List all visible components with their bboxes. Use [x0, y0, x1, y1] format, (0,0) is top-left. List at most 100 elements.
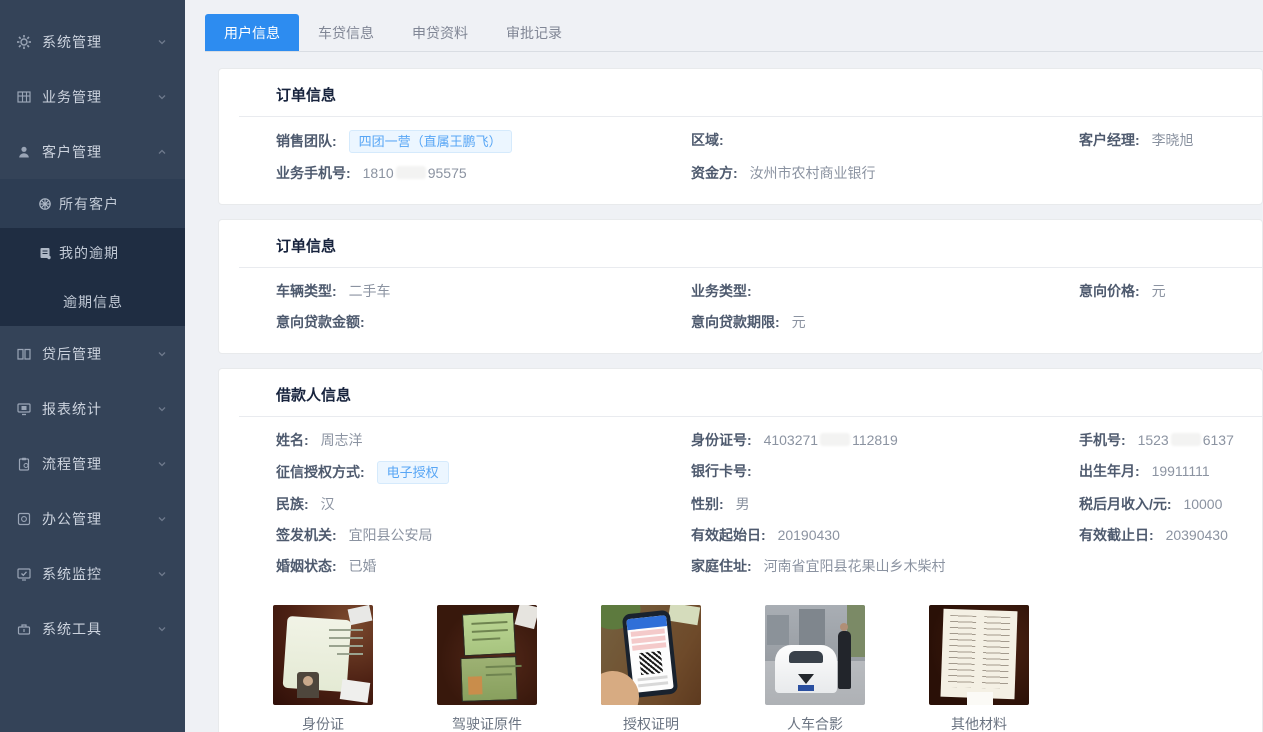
qr-code	[639, 651, 663, 675]
windshield-shape	[789, 651, 823, 663]
sidebar-item-postloan-mgmt[interactable]: 贷后管理	[0, 326, 185, 381]
customer-mgmt-submenu: 所有客户 我的逾期 逾期信息	[0, 179, 185, 326]
field-value: 二手车	[349, 283, 391, 299]
building-shape	[767, 615, 789, 645]
photo-item: 其他材料	[929, 605, 1029, 732]
field-business-type: 业务类型:	[691, 281, 1079, 302]
chevron-down-icon	[157, 37, 167, 47]
handwriting-column	[982, 616, 1010, 689]
chevron-down-icon	[157, 514, 167, 524]
sidebar-item-my-overdue[interactable]: 我的逾期	[0, 228, 185, 277]
masked-digits	[820, 433, 850, 446]
tab-approval-records[interactable]: 审批记录	[487, 14, 581, 51]
field-label: 客户经理:	[1079, 132, 1140, 148]
idcard-textline	[329, 637, 363, 639]
user-icon	[16, 144, 32, 160]
field-label: 车辆类型:	[276, 283, 337, 299]
field-label: 资金方:	[691, 165, 738, 181]
field-value: 汉	[321, 496, 335, 512]
field-ethnicity: 民族: 汉	[276, 494, 691, 515]
license-booklet-photo[interactable]	[437, 605, 537, 705]
paper-scrap	[515, 605, 537, 629]
sidebar-item-process-mgmt[interactable]: 流程管理	[0, 436, 185, 491]
idcard-textline	[329, 645, 363, 647]
tab-car-loan-info[interactable]: 车贷信息	[299, 14, 393, 51]
field-valid-to: 有效截止日: 20390430	[1079, 525, 1252, 546]
field-mobile: 手机号: 15236137	[1079, 430, 1252, 451]
field-label: 意向贷款金额:	[276, 314, 365, 330]
field-bank-card: 银行卡号:	[691, 461, 1079, 484]
tab-user-info[interactable]: 用户信息	[205, 14, 299, 51]
field-label: 出生年月:	[1079, 463, 1140, 479]
sidebar-item-office-mgmt[interactable]: 办公管理	[0, 491, 185, 546]
field-label: 签发机关:	[276, 527, 337, 543]
handwriting-column	[948, 615, 976, 688]
field-monthly-income: 税后月收入/元: 10000	[1079, 494, 1252, 515]
sidebar-item-business-mgmt[interactable]: 业务管理	[0, 69, 185, 124]
sidebar-item-all-customers[interactable]: 所有客户	[0, 179, 185, 228]
main-area: 用户信息 车贷信息 申贷资料 审批记录 订单信息 销售团队: 四团一营（直属王鹏…	[185, 0, 1263, 732]
booklet-line	[472, 629, 508, 633]
field-value: 李晓旭	[1152, 132, 1194, 148]
field-label: 姓名:	[276, 432, 309, 448]
idcard-photo[interactable]	[273, 605, 373, 705]
photo-label: 身份证	[273, 714, 373, 732]
book-icon	[37, 245, 53, 261]
sidebar-item-system-mgmt[interactable]: 系统管理	[0, 14, 185, 69]
sidebar-item-overdue-info[interactable]: 逾期信息	[0, 277, 185, 326]
field-value: 已婚	[349, 558, 377, 574]
sidebar-item-customer-mgmt[interactable]: 客户管理	[0, 124, 185, 179]
field-gender: 性别: 男	[691, 494, 1079, 515]
idcard-textline	[329, 629, 363, 631]
clipboard-icon	[16, 456, 32, 472]
handwritten-doc-photo[interactable]	[929, 605, 1029, 705]
masked-digits	[1171, 433, 1201, 446]
field-valid-from: 有效起始日: 20190430	[691, 525, 1079, 546]
auth-screenshot-photo[interactable]	[601, 605, 701, 705]
field-grid: 车辆类型: 二手车 业务类型: 意向价格: 元 意向贷款金额: 意向贷款期限:	[219, 268, 1262, 353]
field-grid: 销售团队: 四团一营（直属王鹏飞） 区域: 客户经理: 李晓旭 业务手机号: 1…	[219, 117, 1262, 204]
field-grid: 姓名: 周志洋 身份证号: 4103271112819 手机号: 1523613…	[219, 417, 1262, 597]
sidebar-item-label: 系统工具	[42, 619, 157, 639]
field-issuing-authority: 签发机关: 宜阳县公安局	[276, 525, 691, 546]
sidebar-item-label: 逾期信息	[63, 292, 123, 312]
field-value: 元	[792, 314, 806, 330]
field-business-phone: 业务手机号: 181095575	[276, 163, 691, 184]
credit-auth-tag[interactable]: 电子授权	[377, 461, 449, 484]
monitor-icon	[16, 401, 32, 417]
license-plate-shape	[798, 685, 814, 691]
field-region: 区域:	[691, 130, 1079, 153]
field-value: 20190430	[778, 527, 840, 543]
car-person-photo[interactable]	[765, 605, 865, 705]
sales-team-tag[interactable]: 四团一营（直属王鹏飞）	[349, 130, 512, 153]
sidebar-item-system-monitor[interactable]: 系统监控	[0, 546, 185, 601]
tab-loan-application-docs[interactable]: 申贷资料	[393, 14, 487, 51]
chevron-down-icon	[157, 569, 167, 579]
field-vehicle-type: 车辆类型: 二手车	[276, 281, 691, 302]
field-funding-party: 资金方: 汝州市农村商业银行	[691, 163, 1079, 184]
booklet-line	[472, 637, 500, 640]
booklet-page	[462, 612, 516, 657]
gear-icon	[16, 34, 32, 50]
booklet-photo-stamp	[468, 676, 483, 694]
photo-label: 授权证明	[601, 714, 701, 732]
toolbox-icon	[16, 621, 32, 637]
field-intent-price: 意向价格: 元	[1079, 281, 1252, 302]
field-label: 银行卡号:	[691, 463, 752, 479]
field-credit-auth-method: 征信授权方式: 电子授权	[276, 461, 691, 484]
sidebar-item-system-tools[interactable]: 系统工具	[0, 601, 185, 656]
field-label: 业务类型:	[691, 283, 752, 299]
idcard-portrait	[297, 672, 319, 698]
sidebar-item-label: 办公管理	[42, 509, 157, 529]
borrower-info-card: 借款人信息 姓名: 周志洋 身份证号: 4103271112819 手机号: 1…	[218, 368, 1263, 732]
chevron-down-icon	[157, 404, 167, 414]
field-marital-status: 婚姻状态: 已婚	[276, 556, 691, 577]
sidebar-item-label: 贷后管理	[42, 344, 157, 364]
sidebar: 系统管理 业务管理 客户管理 所有客户 我的逾期 逾期信息	[0, 0, 185, 732]
chevron-down-icon	[157, 92, 167, 102]
field-label: 性别:	[691, 496, 724, 512]
person-shape	[838, 631, 851, 689]
sidebar-item-report-stats[interactable]: 报表统计	[0, 381, 185, 436]
chevron-down-icon	[157, 459, 167, 469]
photo-item: 驾驶证原件	[437, 605, 537, 732]
